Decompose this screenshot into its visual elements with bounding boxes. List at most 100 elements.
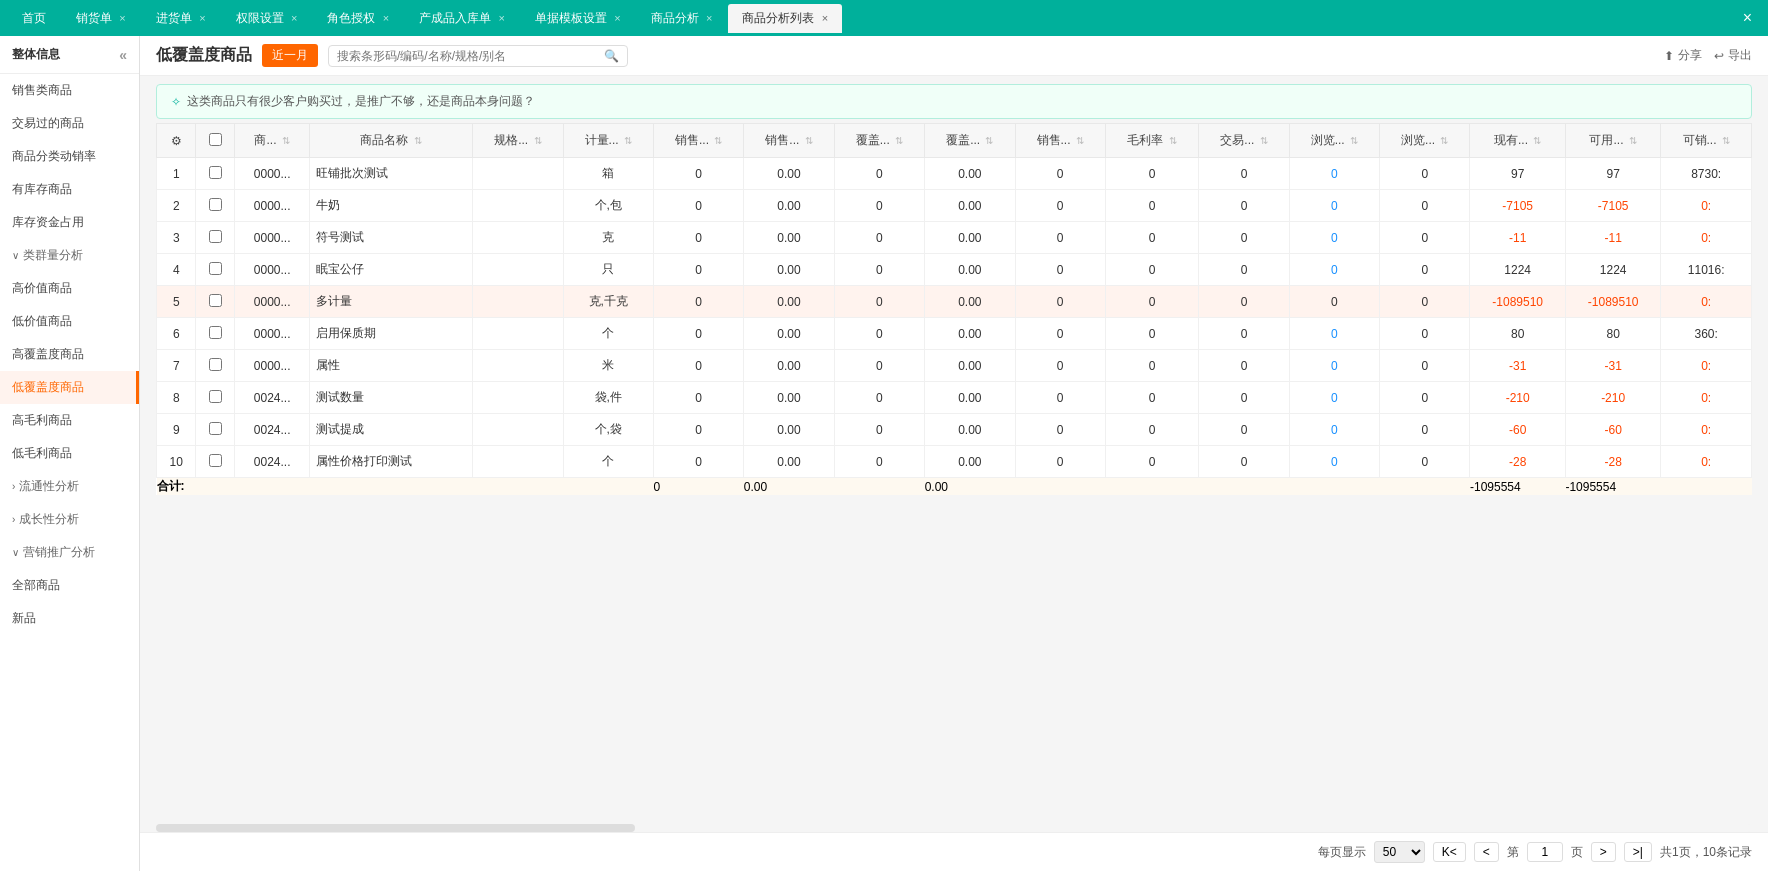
cell-checkbox[interactable] [196, 190, 235, 222]
sidebar-collapse-button[interactable]: « [119, 47, 127, 63]
search-icon[interactable]: 🔍 [604, 49, 619, 63]
sidebar-section-liquidity[interactable]: › 流通性分析 [0, 470, 139, 503]
col-code[interactable]: 商... ⇅ [235, 124, 309, 158]
cell-checkbox[interactable] [196, 318, 235, 350]
cell-view1[interactable]: 0 [1289, 286, 1379, 318]
col-sales-qty[interactable]: 销售... ⇅ [653, 124, 743, 158]
cell-view1[interactable]: 0 [1289, 190, 1379, 222]
cell-gross-rate: 0 [1105, 382, 1198, 414]
page-number-input[interactable] [1527, 842, 1563, 862]
close-icon[interactable]: × [119, 12, 125, 24]
row-checkbox[interactable] [209, 390, 222, 403]
close-icon[interactable]: × [199, 12, 205, 24]
share-button[interactable]: ⬆ 分享 [1664, 47, 1702, 64]
col-name[interactable]: 商品名称 ⇅ [309, 124, 472, 158]
close-icon[interactable]: × [498, 12, 504, 24]
cell-checkbox[interactable] [196, 446, 235, 478]
cell-view1[interactable]: 0 [1289, 382, 1379, 414]
cell-no: 8 [157, 382, 196, 414]
col-unit[interactable]: 计量... ⇅ [563, 124, 653, 158]
row-checkbox[interactable] [209, 230, 222, 243]
nav-tab-product-analysis[interactable]: 商品分析 × [637, 4, 727, 33]
export-button[interactable]: ↩ 导出 [1714, 47, 1752, 64]
row-checkbox[interactable] [209, 326, 222, 339]
col-gross-rate[interactable]: 毛利率 ⇅ [1105, 124, 1198, 158]
cell-view1[interactable]: 0 [1289, 222, 1379, 254]
col-sales-amt[interactable]: 销售... ⇅ [744, 124, 834, 158]
sidebar-item-new-products[interactable]: 新品 [0, 602, 139, 635]
horizontal-scrollbar[interactable] [156, 824, 1752, 832]
sidebar-item-all-products[interactable]: 全部商品 [0, 569, 139, 602]
col-view2[interactable]: 浏览... ⇅ [1380, 124, 1470, 158]
col-spec[interactable]: 规格... ⇅ [473, 124, 563, 158]
row-checkbox[interactable] [209, 454, 222, 467]
nav-tab-purchase[interactable]: 进货单 × [142, 4, 220, 33]
cell-checkbox[interactable] [196, 158, 235, 190]
nav-tab-role[interactable]: 角色授权 × [313, 4, 403, 33]
sidebar-item-low-gross[interactable]: 低毛利商品 [0, 437, 139, 470]
col-coverage1[interactable]: 覆盖... ⇅ [834, 124, 924, 158]
sidebar-section-group-analysis[interactable]: ∨ 类群量分析 [0, 239, 139, 272]
sidebar-item-category-rate[interactable]: 商品分类动销率 [0, 140, 139, 173]
sidebar-item-high-gross[interactable]: 高毛利商品 [0, 404, 139, 437]
per-page-select[interactable]: 10 20 50 100 [1374, 841, 1425, 863]
col-sales-other[interactable]: 销售... ⇅ [1015, 124, 1105, 158]
col-transaction[interactable]: 交易... ⇅ [1199, 124, 1289, 158]
prev-page-button[interactable]: < [1474, 842, 1499, 862]
last-page-button[interactable]: >| [1624, 842, 1652, 862]
sidebar-item-low-value[interactable]: 低价值商品 [0, 305, 139, 338]
nav-tab-template[interactable]: 单据模板设置 × [521, 4, 635, 33]
date-filter-button[interactable]: 近一月 [262, 44, 318, 67]
col-settings[interactable]: ⚙ [157, 124, 196, 158]
cell-checkbox[interactable] [196, 286, 235, 318]
nav-tab-home[interactable]: 首页 [8, 4, 60, 33]
sidebar-section-marketing[interactable]: ∨ 营销推广分析 [0, 536, 139, 569]
sidebar-item-high-value[interactable]: 高价值商品 [0, 272, 139, 305]
cell-view1[interactable]: 0 [1289, 446, 1379, 478]
row-checkbox[interactable] [209, 198, 222, 211]
sidebar-item-low-coverage[interactable]: 低覆盖度商品 [0, 371, 139, 404]
row-checkbox[interactable] [209, 358, 222, 371]
col-coverage2[interactable]: 覆盖... ⇅ [925, 124, 1015, 158]
sidebar-section-growth[interactable]: › 成长性分析 [0, 503, 139, 536]
nav-tab-product-analysis-list[interactable]: 商品分析列表 × [728, 4, 842, 33]
sidebar-item-stock-capital[interactable]: 库存资金占用 [0, 206, 139, 239]
cell-checkbox[interactable] [196, 222, 235, 254]
cell-checkbox[interactable] [196, 350, 235, 382]
cell-checkbox[interactable] [196, 382, 235, 414]
col-view1[interactable]: 浏览... ⇅ [1289, 124, 1379, 158]
col-current[interactable]: 现有... ⇅ [1470, 124, 1565, 158]
cell-view1[interactable]: 0 [1289, 254, 1379, 286]
close-icon[interactable]: × [291, 12, 297, 24]
close-icon[interactable]: × [614, 12, 620, 24]
close-all-button[interactable]: × [1735, 9, 1760, 27]
sidebar-item-sales-products[interactable]: 销售类商品 [0, 74, 139, 107]
nav-tab-permission[interactable]: 权限设置 × [222, 4, 312, 33]
close-icon[interactable]: × [706, 12, 712, 24]
cell-view1[interactable]: 0 [1289, 318, 1379, 350]
cell-view1[interactable]: 0 [1289, 158, 1379, 190]
cell-view1[interactable]: 0 [1289, 350, 1379, 382]
nav-tab-product-in[interactable]: 产成品入库单 × [405, 4, 519, 33]
search-input[interactable] [337, 49, 598, 63]
col-sellable[interactable]: 可销... ⇅ [1661, 124, 1752, 158]
col-available[interactable]: 可用... ⇅ [1565, 124, 1660, 158]
sidebar-item-traded-products[interactable]: 交易过的商品 [0, 107, 139, 140]
scrollbar-thumb[interactable] [156, 824, 635, 832]
first-page-button[interactable]: K< [1433, 842, 1466, 862]
cell-checkbox[interactable] [196, 414, 235, 446]
next-page-button[interactable]: > [1591, 842, 1616, 862]
nav-tab-sales[interactable]: 销货单 × [62, 4, 140, 33]
row-checkbox[interactable] [209, 166, 222, 179]
settings-icon[interactable]: ⚙ [171, 134, 182, 148]
row-checkbox[interactable] [209, 262, 222, 275]
select-all-checkbox[interactable] [209, 133, 222, 146]
row-checkbox[interactable] [209, 422, 222, 435]
close-icon[interactable]: × [383, 12, 389, 24]
cell-view1[interactable]: 0 [1289, 414, 1379, 446]
row-checkbox[interactable] [209, 294, 222, 307]
sidebar-item-high-coverage[interactable]: 高覆盖度商品 [0, 338, 139, 371]
close-icon[interactable]: × [822, 12, 828, 24]
sidebar-item-in-stock[interactable]: 有库存商品 [0, 173, 139, 206]
cell-checkbox[interactable] [196, 254, 235, 286]
